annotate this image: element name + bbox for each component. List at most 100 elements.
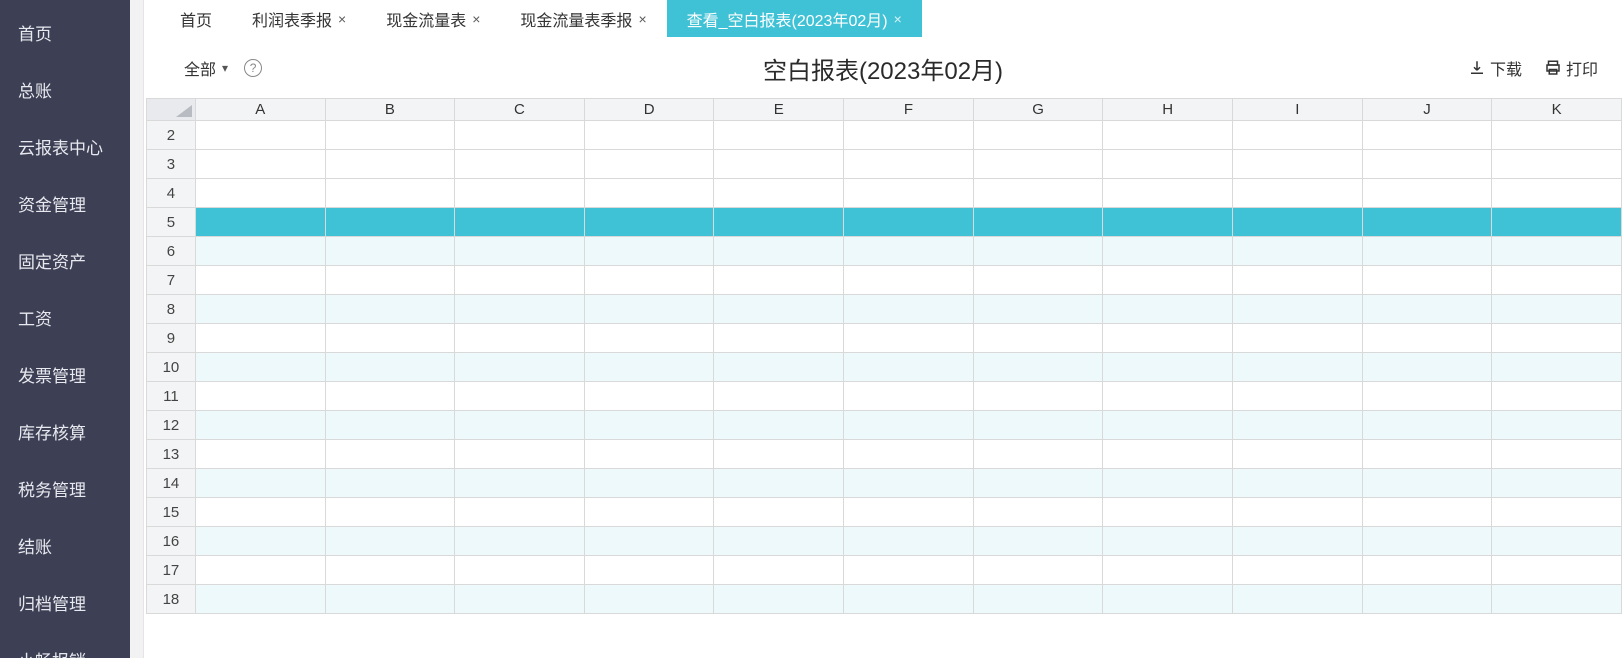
cell[interactable] <box>455 469 585 498</box>
close-icon[interactable]: × <box>894 11 902 27</box>
cell[interactable] <box>1233 556 1363 585</box>
cell[interactable] <box>1362 382 1492 411</box>
cell[interactable] <box>1233 179 1363 208</box>
sidebar-item-home[interactable]: 首页 <box>0 4 130 61</box>
row-header[interactable]: 12 <box>147 411 196 440</box>
cell[interactable] <box>1362 411 1492 440</box>
cell[interactable] <box>1233 440 1363 469</box>
cell[interactable] <box>1362 440 1492 469</box>
cell[interactable] <box>1492 295 1622 324</box>
cell[interactable] <box>195 208 325 237</box>
cell[interactable] <box>455 237 585 266</box>
cell[interactable] <box>1233 498 1363 527</box>
cell[interactable] <box>973 121 1103 150</box>
cell[interactable] <box>195 585 325 614</box>
sidebar-item-salary[interactable]: 工资 <box>0 289 130 346</box>
cell[interactable] <box>714 179 844 208</box>
cell[interactable] <box>844 208 974 237</box>
cell[interactable] <box>1362 585 1492 614</box>
cell[interactable] <box>584 527 714 556</box>
cell[interactable] <box>844 440 974 469</box>
row-header[interactable]: 16 <box>147 527 196 556</box>
cell[interactable] <box>195 440 325 469</box>
cell[interactable] <box>325 498 455 527</box>
cell[interactable] <box>325 469 455 498</box>
cell[interactable] <box>584 440 714 469</box>
sidebar-item-assets[interactable]: 固定资产 <box>0 232 130 289</box>
cell[interactable] <box>1103 469 1233 498</box>
tab-home[interactable]: 首页 <box>160 0 232 37</box>
cell[interactable] <box>844 498 974 527</box>
close-icon[interactable]: × <box>638 11 646 27</box>
cell[interactable] <box>584 121 714 150</box>
column-header[interactable]: C <box>455 99 585 121</box>
select-all-corner[interactable] <box>147 99 196 121</box>
cell[interactable] <box>195 353 325 382</box>
column-header[interactable]: B <box>325 99 455 121</box>
column-header[interactable]: G <box>973 99 1103 121</box>
cell[interactable] <box>714 324 844 353</box>
cell[interactable] <box>973 440 1103 469</box>
cell[interactable] <box>1233 382 1363 411</box>
download-button[interactable]: 下载 <box>1468 56 1522 80</box>
cell[interactable] <box>1103 266 1233 295</box>
row-header[interactable]: 11 <box>147 382 196 411</box>
column-header[interactable]: F <box>844 99 974 121</box>
cell[interactable] <box>714 585 844 614</box>
cell[interactable] <box>584 353 714 382</box>
cell[interactable] <box>1492 121 1622 150</box>
row-header[interactable]: 10 <box>147 353 196 382</box>
cell[interactable] <box>1103 440 1233 469</box>
sidebar-item-ledger[interactable]: 总账 <box>0 61 130 118</box>
cell[interactable] <box>1362 498 1492 527</box>
row-header[interactable]: 5 <box>147 208 196 237</box>
cell[interactable] <box>584 382 714 411</box>
close-icon[interactable]: × <box>338 11 346 27</box>
cell[interactable] <box>1103 411 1233 440</box>
cell[interactable] <box>455 440 585 469</box>
cell[interactable] <box>455 353 585 382</box>
cell[interactable] <box>1103 498 1233 527</box>
cell[interactable] <box>1103 556 1233 585</box>
sidebar-item-close[interactable]: 结账 <box>0 517 130 574</box>
cell[interactable] <box>584 498 714 527</box>
cell[interactable] <box>1103 527 1233 556</box>
cell[interactable] <box>1492 498 1622 527</box>
column-header[interactable]: D <box>584 99 714 121</box>
column-header[interactable]: J <box>1362 99 1492 121</box>
cell[interactable] <box>1362 527 1492 556</box>
cell[interactable] <box>325 150 455 179</box>
cell[interactable] <box>714 295 844 324</box>
cell[interactable] <box>973 411 1103 440</box>
cell[interactable] <box>584 208 714 237</box>
cell[interactable] <box>1492 585 1622 614</box>
cell[interactable] <box>195 527 325 556</box>
row-header[interactable]: 8 <box>147 295 196 324</box>
cell[interactable] <box>195 121 325 150</box>
cell[interactable] <box>844 324 974 353</box>
cell[interactable] <box>1233 295 1363 324</box>
cell[interactable] <box>584 179 714 208</box>
column-header[interactable]: A <box>195 99 325 121</box>
close-icon[interactable]: × <box>472 11 480 27</box>
sidebar-item-reports[interactable]: 云报表中心 <box>0 118 130 175</box>
cell[interactable] <box>1362 150 1492 179</box>
cell[interactable] <box>844 266 974 295</box>
cell[interactable] <box>1103 237 1233 266</box>
sidebar-item-inventory[interactable]: 库存核算 <box>0 403 130 460</box>
row-header[interactable]: 6 <box>147 237 196 266</box>
cell[interactable] <box>455 411 585 440</box>
cell[interactable] <box>325 208 455 237</box>
cell[interactable] <box>325 382 455 411</box>
sidebar-item-expense[interactable]: 小畅报销 <box>0 631 130 658</box>
cell[interactable] <box>1103 121 1233 150</box>
cell[interactable] <box>455 382 585 411</box>
cell[interactable] <box>1492 411 1622 440</box>
cell[interactable] <box>973 556 1103 585</box>
cell[interactable] <box>1233 411 1363 440</box>
cell[interactable] <box>1492 440 1622 469</box>
cell[interactable] <box>1362 266 1492 295</box>
cell[interactable] <box>584 585 714 614</box>
cell[interactable] <box>455 266 585 295</box>
cell[interactable] <box>195 498 325 527</box>
